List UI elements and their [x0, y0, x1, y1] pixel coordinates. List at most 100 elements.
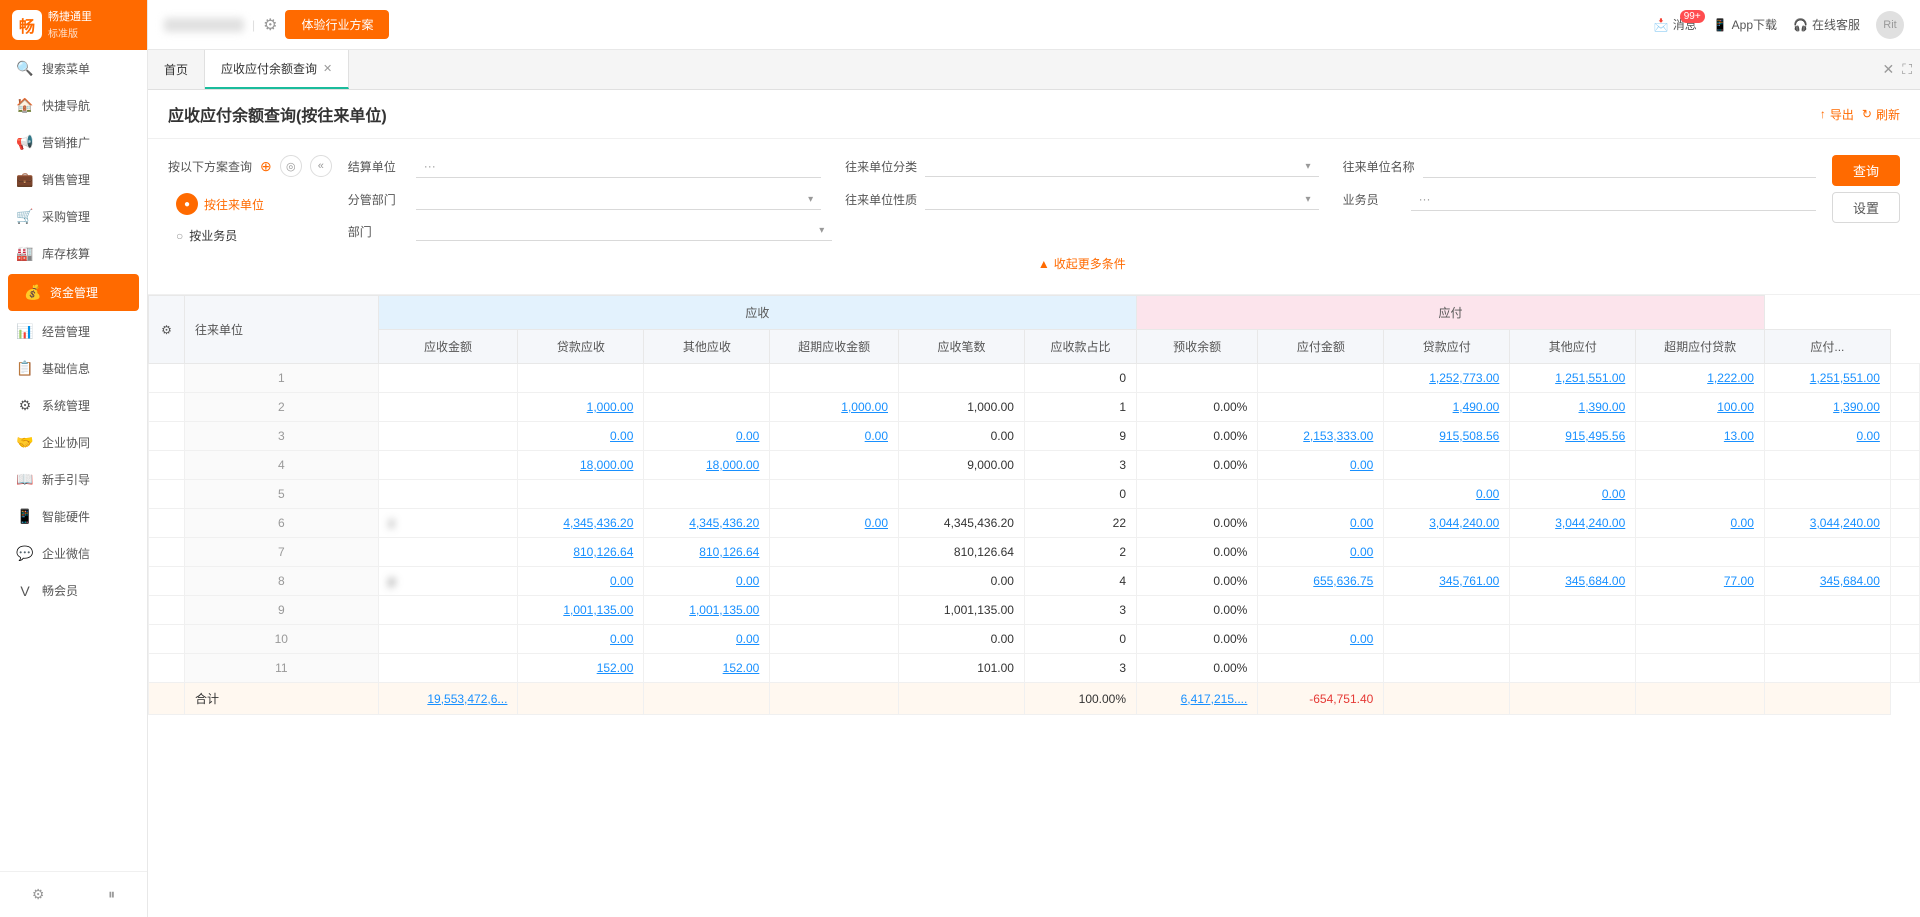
ap-amount-cell[interactable]: 915,508.56 — [1384, 422, 1510, 451]
loan-ar-cell[interactable] — [644, 393, 770, 422]
export-btn[interactable]: ↑ 导出 — [1820, 106, 1854, 123]
loan-ap-cell[interactable] — [1510, 654, 1636, 683]
other-ar-cell[interactable] — [770, 538, 899, 567]
other-ar-cell[interactable] — [770, 480, 899, 509]
loan-ap-cell[interactable] — [1510, 596, 1636, 625]
collapse-btn[interactable]: ▲ 收起更多条件 — [348, 249, 1816, 278]
ap-amount-cell[interactable]: 0.00 — [1384, 480, 1510, 509]
total-prepay[interactable]: 6,417,215.... — [1137, 683, 1258, 715]
other-ap-cell[interactable]: 100.00 — [1636, 393, 1765, 422]
ar-amount-cell[interactable]: 0.00 — [518, 422, 644, 451]
overdue-ap-cell[interactable]: 1,390.00 — [1764, 393, 1890, 422]
ap-amount-cell[interactable]: 3,044,240.00 — [1384, 509, 1510, 538]
filter-add-btn[interactable]: ⊕ — [260, 158, 272, 175]
tab-maximize-icon[interactable]: ⛶ — [1902, 61, 1912, 78]
other-ap-cell[interactable] — [1636, 625, 1765, 654]
app-download-btn[interactable]: 📱 App下载 — [1713, 16, 1777, 33]
other-ap-cell[interactable] — [1636, 654, 1765, 683]
ar-amount-cell[interactable] — [518, 364, 644, 393]
query-button[interactable]: 查询 — [1832, 155, 1900, 186]
gear-icon[interactable]: ⚙ — [161, 323, 172, 337]
loan-ap-cell[interactable] — [1510, 538, 1636, 567]
overdue-ap-cell[interactable] — [1764, 480, 1890, 509]
overdue-ap-cell[interactable] — [1764, 538, 1890, 567]
notification-btn[interactable]: 📩 消息 99+ — [1654, 16, 1697, 33]
overdue-ap-cell[interactable] — [1764, 596, 1890, 625]
loan-ar-cell[interactable]: 1,001,135.00 — [644, 596, 770, 625]
filter-settings-btn[interactable]: ◎ — [280, 155, 302, 177]
loan-ap-cell[interactable]: 1,251,551.00 — [1510, 364, 1636, 393]
ap-amount-cell[interactable] — [1384, 654, 1510, 683]
ap-amount-cell[interactable]: 1,252,773.00 — [1384, 364, 1510, 393]
sidebar-item-finance[interactable]: 💰 资金管理 — [8, 274, 139, 311]
settlement-unit-input[interactable]: ··· — [416, 155, 821, 178]
tab-home[interactable]: 首页 — [148, 50, 205, 89]
filter-collapse-nav-btn[interactable]: « — [310, 155, 332, 177]
total-ar-amount[interactable]: 19,553,472,6... — [378, 683, 518, 715]
dept-manager-select[interactable]: ▾ — [416, 190, 821, 210]
other-ar-cell[interactable] — [770, 596, 899, 625]
other-ar-cell[interactable] — [770, 654, 899, 683]
overdue-ap-cell[interactable] — [1764, 625, 1890, 654]
loan-ap-cell[interactable]: 1,390.00 — [1510, 393, 1636, 422]
prepay-cell[interactable] — [1258, 393, 1384, 422]
sidebar-collapse-btn[interactable]: ⏸ — [102, 880, 121, 909]
prepay-cell[interactable] — [1258, 596, 1384, 625]
other-ar-cell[interactable]: 1,000.00 — [770, 393, 899, 422]
other-ap-cell[interactable]: 1,222.00 — [1636, 364, 1765, 393]
sidebar-item-quick-nav[interactable]: 🏠 快捷导航 — [0, 87, 147, 124]
other-ap-cell[interactable]: 13.00 — [1636, 422, 1765, 451]
other-ap-cell[interactable] — [1636, 596, 1765, 625]
sidebar-item-basic-info[interactable]: 📋 基础信息 — [0, 350, 147, 387]
other-ap-cell[interactable]: 0.00 — [1636, 509, 1765, 538]
loan-ap-cell[interactable]: 3,044,240.00 — [1510, 509, 1636, 538]
loan-ap-cell[interactable] — [1510, 625, 1636, 654]
prepay-cell[interactable]: 0.00 — [1258, 451, 1384, 480]
other-ar-cell[interactable] — [770, 625, 899, 654]
sidebar-item-enterprise-collab[interactable]: 🤝 企业协同 — [0, 424, 147, 461]
sidebar-item-smart-hw[interactable]: 📱 智能硬件 — [0, 498, 147, 535]
sidebar-item-weixin[interactable]: 💬 企业微信 — [0, 535, 147, 572]
ap-amount-cell[interactable] — [1384, 538, 1510, 567]
filter-by-staff[interactable]: ○ 按业务员 — [168, 219, 332, 248]
loan-ap-cell[interactable]: 345,684.00 — [1510, 567, 1636, 596]
ap-amount-cell[interactable] — [1384, 625, 1510, 654]
ar-amount-cell[interactable]: 1,001,135.00 — [518, 596, 644, 625]
overdue-ap-cell[interactable]: 345,684.00 — [1764, 567, 1890, 596]
sidebar-item-inventory[interactable]: 🏭 库存核算 — [0, 235, 147, 272]
loan-ar-cell[interactable]: 4,345,436.20 — [644, 509, 770, 538]
sidebar-item-guide[interactable]: 📖 新手引导 — [0, 461, 147, 498]
prepay-cell[interactable]: 0.00 — [1258, 625, 1384, 654]
loan-ar-cell[interactable] — [644, 480, 770, 509]
tab-balance-query[interactable]: 应收应付余额查询 ✕ — [205, 50, 349, 89]
sidebar-item-operations[interactable]: 📊 经营管理 — [0, 313, 147, 350]
filter-by-company[interactable]: ● 按往来单位 — [168, 189, 332, 219]
loan-ap-cell[interactable]: 0.00 — [1510, 480, 1636, 509]
ar-amount-cell[interactable]: 0.00 — [518, 625, 644, 654]
ar-amount-cell[interactable]: 810,126.64 — [518, 538, 644, 567]
ap-amount-cell[interactable]: 345,761.00 — [1384, 567, 1510, 596]
sidebar-item-marketing[interactable]: 📢 营销推广 — [0, 124, 147, 161]
other-ap-cell[interactable] — [1636, 538, 1765, 567]
ap-amount-cell[interactable]: 1,490.00 — [1384, 393, 1510, 422]
other-ar-cell[interactable] — [770, 364, 899, 393]
loan-ar-cell[interactable]: 152.00 — [644, 654, 770, 683]
user-avatar[interactable]: Rit — [1876, 11, 1904, 39]
salesman-input[interactable]: ··· — [1411, 188, 1816, 211]
overdue-ap-cell[interactable] — [1764, 451, 1890, 480]
loan-ar-cell[interactable]: 0.00 — [644, 422, 770, 451]
settings-icon[interactable]: ⚙ — [263, 15, 277, 35]
loan-ar-cell[interactable]: 0.00 — [644, 567, 770, 596]
other-ar-cell[interactable] — [770, 451, 899, 480]
other-ar-cell[interactable]: 0.00 — [770, 422, 899, 451]
tab-close-icon[interactable]: ✕ — [323, 62, 332, 75]
prepay-cell[interactable] — [1258, 480, 1384, 509]
other-ar-cell[interactable]: 0.00 — [770, 509, 899, 538]
sidebar-item-sales[interactable]: 💼 销售管理 — [0, 161, 147, 198]
sidebar-item-system[interactable]: ⚙ 系统管理 — [0, 387, 147, 424]
sidebar-item-search-menu[interactable]: 🔍 搜索菜单 — [0, 50, 147, 87]
prepay-cell[interactable]: 2,153,333.00 — [1258, 422, 1384, 451]
overdue-ap-cell[interactable] — [1764, 654, 1890, 683]
ar-amount-cell[interactable]: 1,000.00 — [518, 393, 644, 422]
other-ar-cell[interactable] — [770, 567, 899, 596]
